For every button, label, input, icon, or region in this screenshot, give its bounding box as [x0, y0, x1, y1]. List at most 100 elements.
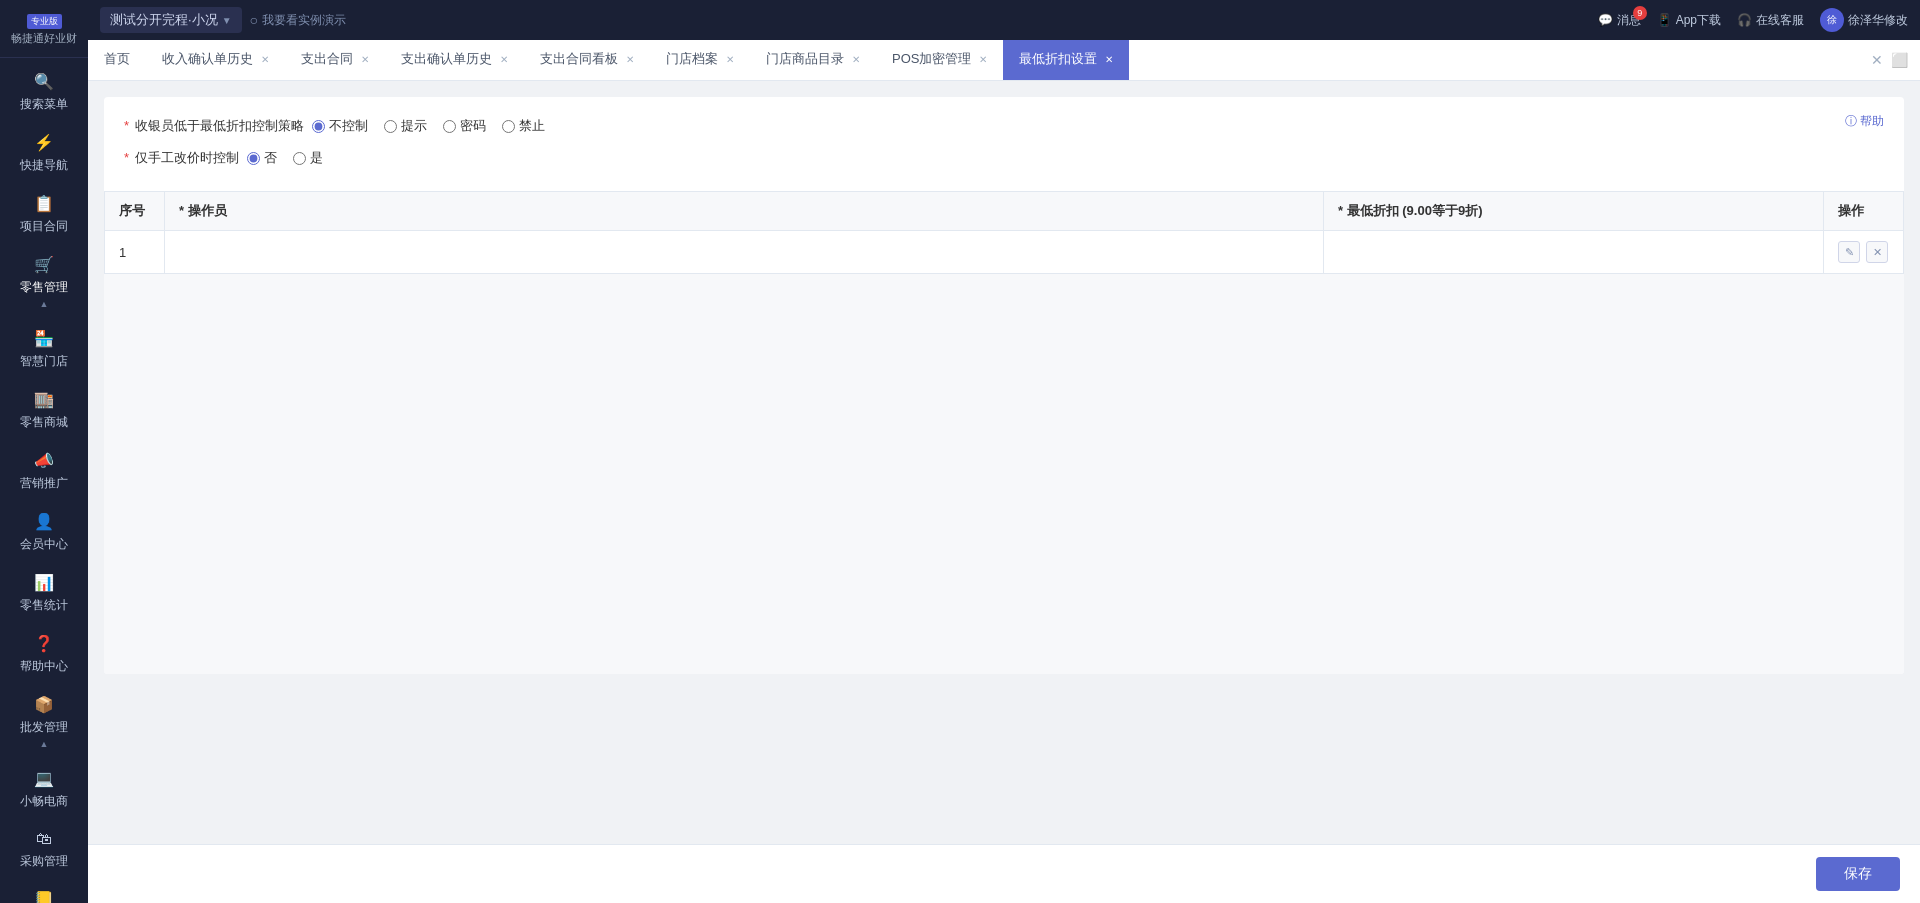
top-bar: 测试分开完程·小况 ▼ ○ 我要看实例演示 💬 消息 9 📱 App下载 🎧 在…	[88, 0, 1920, 40]
form-row-2: * 仅手工改价时控制 否 是	[124, 149, 1884, 167]
tab-item-7[interactable]: POS加密管理 ✕	[876, 40, 1003, 80]
col-header-seq: 序号	[105, 192, 165, 231]
tab-item-6[interactable]: 门店商品目录 ✕	[750, 40, 876, 80]
cell-min-discount	[1324, 231, 1824, 274]
tab-item-8[interactable]: 最低折扣设置 ✕	[1003, 40, 1129, 80]
sidebar-item-0[interactable]: 🔍 搜索菜单	[16, 62, 72, 123]
tab-close-2[interactable]: ✕	[361, 54, 369, 65]
tab-item-5[interactable]: 门店档案 ✕	[650, 40, 750, 80]
demo-icon: ○	[250, 12, 258, 28]
cell-operator	[165, 231, 1324, 274]
sidebar-item-2[interactable]: 📋 项目合同	[16, 184, 72, 245]
maximize-icon[interactable]: ⬜	[1891, 52, 1908, 68]
messages-badge: 9	[1633, 6, 1647, 20]
sidebar-item-5[interactable]: 🏬 零售商城	[16, 380, 72, 441]
tab-close-7[interactable]: ✕	[979, 54, 987, 65]
sidebar-label-5: 零售商城	[20, 414, 68, 431]
radio-hint[interactable]: 提示	[384, 117, 427, 135]
col-header-min-discount: * 最低折扣 (9.00等于9折)	[1324, 192, 1824, 231]
sidebar-item-9[interactable]: ❓ 帮助中心	[16, 624, 72, 685]
tab-item-0[interactable]: 首页	[88, 40, 146, 80]
user-name: 徐泽华修改	[1848, 12, 1908, 29]
sidebar-item-1[interactable]: ⚡ 快捷导航	[16, 123, 72, 184]
save-button[interactable]: 保存	[1816, 857, 1900, 891]
tab-close-8[interactable]: ✕	[1105, 54, 1113, 65]
sidebar-item-6[interactable]: 📣 营销推广	[16, 441, 72, 502]
field1-radio-group: 不控制 提示 密码 禁止	[312, 117, 545, 135]
online-service-button[interactable]: 🎧 在线客服	[1737, 12, 1804, 29]
tab-label-7: POS加密管理	[892, 50, 971, 68]
sidebar-label-2: 项目合同	[20, 218, 68, 235]
col-header-action: 操作	[1824, 192, 1904, 231]
tab-label-1: 收入确认单历史	[162, 50, 253, 68]
empty-area	[104, 274, 1904, 674]
message-icon: 💬	[1598, 13, 1613, 27]
help-icon: ⓘ	[1845, 113, 1857, 130]
help-link[interactable]: ⓘ 帮助	[1845, 113, 1884, 130]
radio-password[interactable]: 密码	[443, 117, 486, 135]
required-star-2: *	[124, 150, 129, 165]
radio-none[interactable]: 不控制	[312, 117, 368, 135]
tab-close-6[interactable]: ✕	[852, 54, 860, 65]
sidebar-icon-13: 📒	[34, 890, 54, 903]
tab-item-3[interactable]: 支出确认单历史 ✕	[385, 40, 524, 80]
tab-label-6: 门店商品目录	[766, 50, 844, 68]
demo-text: 我要看实例演示	[262, 12, 346, 29]
sidebar-label-11: 小畅电商	[20, 793, 68, 810]
sidebar-item-11[interactable]: 💻 小畅电商	[16, 759, 72, 820]
sidebar-item-3[interactable]: 🛒 零售管理 ▲	[16, 245, 72, 319]
tab-item-2[interactable]: 支出合同 ✕	[285, 40, 385, 80]
sidebar-icon-0: 🔍	[34, 72, 54, 91]
tab-close-1[interactable]: ✕	[261, 54, 269, 65]
online-service-label: 在线客服	[1756, 12, 1804, 29]
radio-no[interactable]: 否	[247, 149, 277, 167]
sidebar-logo-badge: 专业版	[27, 14, 62, 29]
user-menu[interactable]: 徐 徐泽华修改	[1820, 8, 1908, 32]
radio-forbid[interactable]: 禁止	[502, 117, 545, 135]
sidebar-item-10[interactable]: 📦 批发管理 ▲	[16, 685, 72, 759]
sidebar: 专业版 畅捷通好业财 🔍 搜索菜单 ⚡ 快捷导航 📋 项目合同 🛒 零售管理 ▲…	[0, 0, 88, 903]
tab-close-4[interactable]: ✕	[626, 54, 634, 65]
edit-icon[interactable]: ✎	[1838, 241, 1860, 263]
sidebar-label-7: 会员中心	[20, 536, 68, 553]
tab-item-1[interactable]: 收入确认单历史 ✕	[146, 40, 285, 80]
sidebar-icon-8: 📊	[34, 573, 54, 592]
sidebar-item-7[interactable]: 👤 会员中心	[16, 502, 72, 563]
sidebar-icon-6: 📣	[34, 451, 54, 470]
sidebar-logo: 专业版 畅捷通好业财	[0, 0, 88, 58]
demo-link[interactable]: ○ 我要看实例演示	[250, 12, 346, 29]
sidebar-icon-9: ❓	[34, 634, 54, 653]
table-header-row: 序号 * 操作员 * 最低折扣 (9.00等于9折) 操作	[105, 192, 1904, 231]
tab-label-0: 首页	[104, 50, 130, 68]
tab-bar: 首页 收入确认单历史 ✕ 支出合同 ✕ 支出确认单历史 ✕ 支出合同看板 ✕ 门…	[88, 40, 1920, 81]
sidebar-item-13[interactable]: 📒 库存核算	[16, 880, 72, 903]
sidebar-item-8[interactable]: 📊 零售统计	[16, 563, 72, 624]
radio-yes[interactable]: 是	[293, 149, 323, 167]
sidebar-label-0: 搜索菜单	[20, 96, 68, 113]
cell-seq: 1	[105, 231, 165, 274]
app-download-button[interactable]: 📱 App下载	[1657, 12, 1721, 29]
sidebar-label-8: 零售统计	[20, 597, 68, 614]
sidebar-label-1: 快捷导航	[20, 157, 68, 174]
sidebar-label-4: 智慧门店	[20, 353, 68, 370]
sidebar-icon-11: 💻	[34, 769, 54, 788]
discount-table: 序号 * 操作员 * 最低折扣 (9.00等于9折) 操作 1	[104, 191, 1904, 274]
action-icons: ✎ ✕	[1838, 241, 1889, 263]
sidebar-icon-12: 🛍	[36, 830, 52, 848]
sidebar-item-4[interactable]: 🏪 智慧门店	[16, 319, 72, 380]
tab-bar-controls: ✕ ⬜	[1859, 52, 1920, 68]
sidebar-icon-1: ⚡	[34, 133, 54, 152]
messages-button[interactable]: 💬 消息 9	[1598, 12, 1641, 29]
close-tab-icon[interactable]: ✕	[1871, 52, 1883, 68]
required-star-1: *	[124, 118, 129, 133]
form-row-1: * 收银员低于最低折扣控制策略 不控制 提示 密码	[124, 117, 1884, 135]
sidebar-item-12[interactable]: 🛍 采购管理	[16, 820, 72, 880]
chevron-icon-10: ▲	[40, 739, 49, 749]
sidebar-logo-text: 畅捷通好业财	[8, 31, 80, 45]
tab-label-8: 最低折扣设置	[1019, 50, 1097, 68]
tab-close-5[interactable]: ✕	[726, 54, 734, 65]
tab-close-3[interactable]: ✕	[500, 54, 508, 65]
delete-icon[interactable]: ✕	[1866, 241, 1888, 263]
tab-item-4[interactable]: 支出合同看板 ✕	[524, 40, 650, 80]
project-selector[interactable]: 测试分开完程·小况 ▼	[100, 7, 242, 33]
